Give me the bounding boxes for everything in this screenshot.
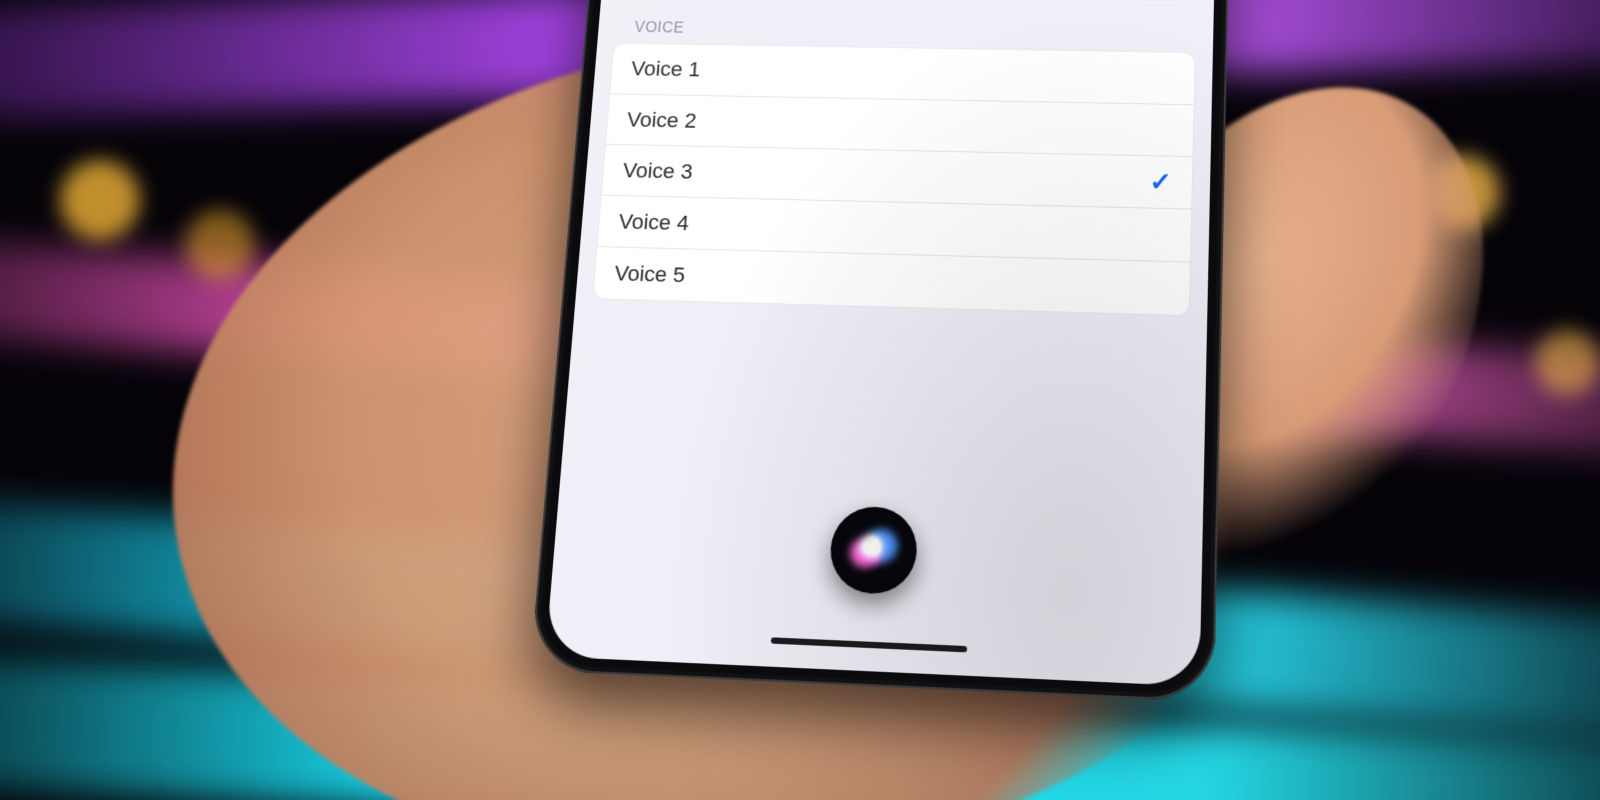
phone-screen: Indian Irish South African VOICE: [545, 0, 1217, 686]
list-item-label: Voice 3: [622, 158, 694, 184]
list-item-label: Voice 5: [614, 261, 686, 288]
list-item-label: Voice 1: [630, 57, 701, 82]
voice-section-header: VOICE: [634, 20, 1176, 45]
photo-scene: Indian Irish South African VOICE: [0, 0, 1600, 800]
checkmark-icon: ✓: [1149, 167, 1172, 198]
bg-bokeh: [60, 160, 140, 240]
home-indicator[interactable]: [771, 637, 967, 652]
voice-group: Voice 1 Voice 2 Voice 3 ✓ Voice 4: [593, 43, 1195, 315]
siri-icon: [843, 520, 903, 580]
list-item-label: Voice 4: [618, 209, 690, 236]
bg-bokeh: [1535, 330, 1600, 395]
phone: Indian Irish South African VOICE: [530, 0, 1231, 702]
bg-bokeh: [185, 210, 255, 280]
siri-orb[interactable]: [828, 505, 919, 595]
phone-frame: Indian Irish South African VOICE: [530, 0, 1231, 702]
settings-siri-voice[interactable]: Indian Irish South African VOICE: [545, 0, 1217, 686]
list-item-label: Voice 2: [626, 107, 697, 133]
